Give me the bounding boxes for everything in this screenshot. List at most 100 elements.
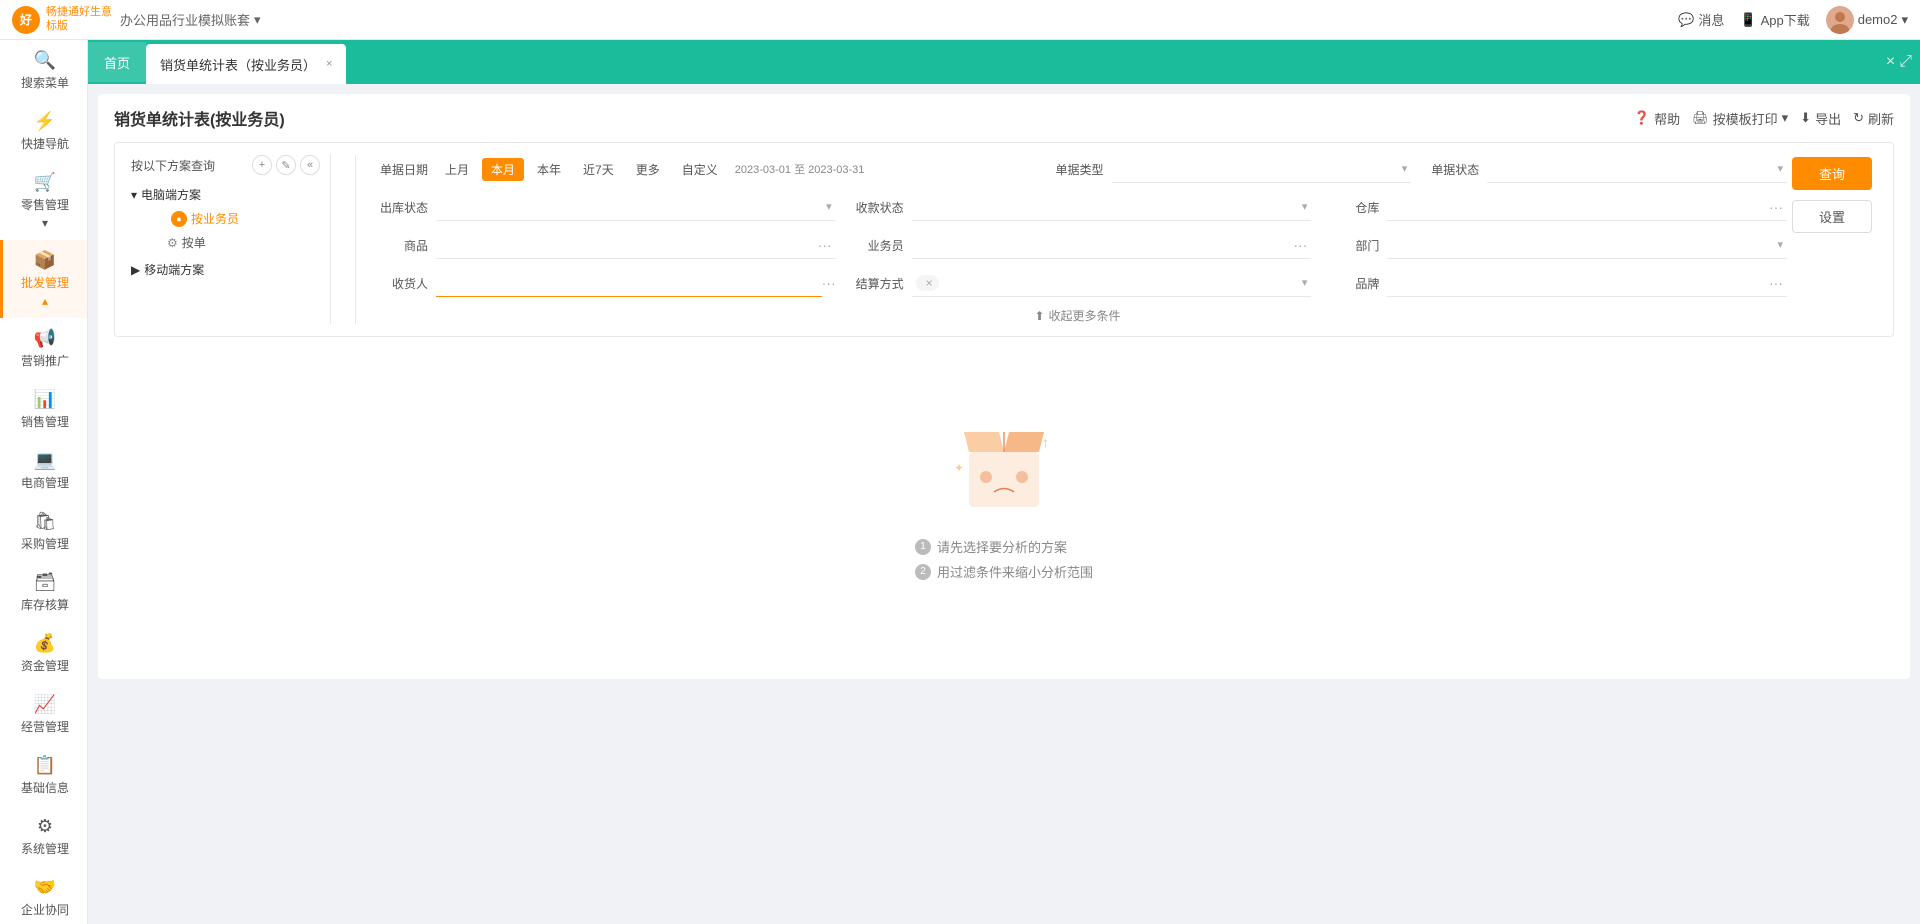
sidebar-item-retail[interactable]: 🛒 零售管理 ▾: [0, 162, 87, 240]
payment-dropdown[interactable]: × ▾: [912, 269, 1312, 297]
export-button[interactable]: ⬇ 导出: [1800, 109, 1841, 128]
svg-text:↑: ↑: [1042, 434, 1049, 450]
doc-status-dropdown[interactable]: ▾: [1487, 155, 1787, 183]
purchase-icon: 🛍: [34, 511, 57, 532]
salesman-dots[interactable]: ···: [1293, 237, 1307, 253]
breadcrumb-selector[interactable]: 办公用品行业模拟账套 ▾: [120, 10, 261, 29]
consignee-input[interactable]: [436, 269, 822, 297]
warehouse-dots[interactable]: ···: [1769, 199, 1783, 215]
scheme-header: 按以下方案查询 + ✎ «: [131, 155, 320, 175]
collapse-button[interactable]: ⬆ 收起更多条件: [368, 307, 1787, 324]
scheme-header-label: 按以下方案查询: [131, 157, 215, 174]
date-btn-more[interactable]: 更多: [627, 158, 669, 181]
app-download-button[interactable]: 📱 App下载: [1740, 10, 1809, 29]
goods-dots[interactable]: ···: [818, 237, 832, 253]
doc-type-dropdown[interactable]: ▾: [1112, 155, 1412, 183]
system-icon: ⚙: [37, 816, 53, 837]
retail-icon: 🛒: [34, 172, 56, 193]
tab-active[interactable]: 销货单统计表（按业务员） ×: [146, 44, 346, 84]
main-layout: 🔍 搜索菜单 ⚡ 快捷导航 🛒 零售管理 ▾ 📦 批发管理 ▴ 📢 营销推广 📊…: [0, 40, 1920, 924]
dept-label: 部门: [1319, 237, 1379, 254]
scheme-edit-button[interactable]: ✎: [276, 155, 296, 175]
scheme-add-button[interactable]: +: [252, 155, 272, 175]
payment-tag-close[interactable]: ×: [926, 276, 933, 290]
empty-illustration: ↑ ✦: [944, 417, 1064, 517]
sidebar-item-search[interactable]: 🔍 搜索菜单: [0, 40, 87, 101]
doc-type-field: ▾: [1112, 155, 1412, 183]
out-status-label: 出库状态: [368, 199, 428, 216]
refresh-button[interactable]: ↻ 刷新: [1853, 109, 1894, 128]
warehouse-field: ···: [1387, 193, 1787, 221]
setting-button[interactable]: 设置: [1792, 200, 1872, 233]
consignee-dots[interactable]: ···: [822, 275, 836, 291]
sidebar-item-finance[interactable]: 💰 资金管理: [0, 623, 87, 684]
sidebar-item-quick-nav[interactable]: ⚡ 快捷导航: [0, 101, 87, 162]
recv-status-dropdown[interactable]: ▾: [912, 193, 1312, 221]
brand-dropdown[interactable]: ···: [1387, 269, 1787, 297]
scheme-panel: 按以下方案查询 + ✎ « ▾: [131, 155, 331, 324]
enterprise-icon: 🤝: [34, 877, 56, 898]
top-bar-left: 好 畅捷通好生意 标版 办公用品行业模拟账套 ▾: [12, 6, 261, 34]
user-avatar-area[interactable]: demo2 ▾: [1826, 6, 1908, 34]
tab-close-button[interactable]: ×: [326, 58, 332, 70]
scheme-collapse-button[interactable]: «: [300, 155, 320, 175]
sidebar-item-ecommerce[interactable]: 💻 电商管理: [0, 440, 87, 501]
scheme-item-order[interactable]: ⚙ 按单: [151, 231, 320, 254]
date-btn-this-month[interactable]: 本月: [482, 158, 524, 181]
warehouse-dropdown[interactable]: ···: [1387, 193, 1787, 221]
tab-fullscreen-icon[interactable]: ⤢: [1899, 53, 1912, 71]
tree-expand-icon-mobile: ▶: [131, 263, 140, 277]
tab-bar-right: × ⤢: [1886, 53, 1920, 71]
refresh-icon: ↻: [1853, 110, 1864, 126]
action-column: 查询 设置: [1787, 155, 1877, 324]
sidebar-item-basic-info[interactable]: 📋 基础信息: [0, 745, 87, 806]
tab-home[interactable]: 首页: [88, 42, 146, 82]
tab-close-all-icon[interactable]: ×: [1886, 53, 1895, 71]
scheme-icons: + ✎ «: [252, 155, 320, 175]
doc-status-chevron: ▾: [1777, 162, 1783, 175]
sidebar-item-enterprise[interactable]: 🤝 企业协同: [0, 867, 87, 924]
message-button[interactable]: 💬 消息: [1678, 10, 1724, 29]
out-status-dropdown[interactable]: ▾: [436, 193, 836, 221]
sidebar-item-operation[interactable]: 📈 经营管理: [0, 684, 87, 745]
dept-chevron: ▾: [1777, 238, 1783, 251]
salesman-field: ···: [912, 231, 1312, 259]
consignee-label: 收货人: [368, 275, 428, 292]
consignee-field: ···: [436, 269, 836, 297]
sidebar-item-marketing[interactable]: 📢 营销推广: [0, 318, 87, 379]
order-icon: ⚙: [167, 236, 178, 250]
help-button[interactable]: ❓ 帮助: [1634, 109, 1680, 128]
date-btn-7days[interactable]: 近7天: [574, 158, 623, 181]
sidebar-item-sales[interactable]: 📊 销售管理: [0, 379, 87, 440]
sidebar-item-wholesale[interactable]: 📦 批发管理 ▴: [0, 240, 87, 318]
user-chevron-icon: ▾: [1901, 12, 1908, 28]
logo-area[interactable]: 好 畅捷通好生意 标版: [12, 6, 112, 34]
sidebar-item-system[interactable]: ⚙ 系统管理: [0, 806, 87, 867]
date-row: 上月 本月 本年 近7天 更多 自定义 2023-03-01 至 2023-03…: [436, 158, 864, 181]
sidebar-item-inventory[interactable]: 🗃 库存核算: [0, 562, 87, 623]
template-print-button[interactable]: 🖨 按模板打印 ▾: [1692, 109, 1788, 128]
goods-dropdown[interactable]: ···: [436, 231, 836, 259]
sidebar-item-purchase[interactable]: 🛍 采购管理: [0, 501, 87, 562]
date-range-display: 2023-03-01 至 2023-03-31: [735, 161, 865, 177]
brand-dots[interactable]: ···: [1769, 275, 1783, 291]
tab-bar: 首页 销货单统计表（按业务员） × × ⤢: [88, 40, 1920, 84]
dept-dropdown[interactable]: ▾: [1387, 231, 1787, 259]
date-btn-custom[interactable]: 自定义: [673, 158, 727, 181]
tree-group-pc-title[interactable]: ▾ 电脑端方案: [131, 183, 320, 206]
tree-expand-icon: ▾: [131, 188, 137, 202]
goods-field: ···: [436, 231, 836, 259]
date-btn-last-month[interactable]: 上月: [436, 158, 478, 181]
top-bar-right: 💬 消息 📱 App下载 demo2 ▾: [1678, 6, 1908, 34]
basic-info-icon: 📋: [34, 755, 56, 776]
out-status-field: ▾: [436, 193, 836, 221]
page-title: 销货单统计表(按业务员): [114, 106, 285, 130]
date-btn-this-year[interactable]: 本年: [528, 158, 570, 181]
filter-row-4: 收货人 ··· 结算方式: [368, 269, 1787, 297]
tree-group-mobile-title[interactable]: ▶ 移动端方案: [131, 258, 320, 281]
salesman-dropdown[interactable]: ···: [912, 231, 1312, 259]
page-inner: 销货单统计表(按业务员) ❓ 帮助 🖨 按模板打印 ▾ ⬇: [98, 94, 1910, 679]
query-button[interactable]: 查询: [1792, 157, 1872, 190]
breadcrumb-chevron: ▾: [254, 12, 261, 28]
scheme-item-salesman[interactable]: ● 按业务员: [151, 206, 320, 231]
